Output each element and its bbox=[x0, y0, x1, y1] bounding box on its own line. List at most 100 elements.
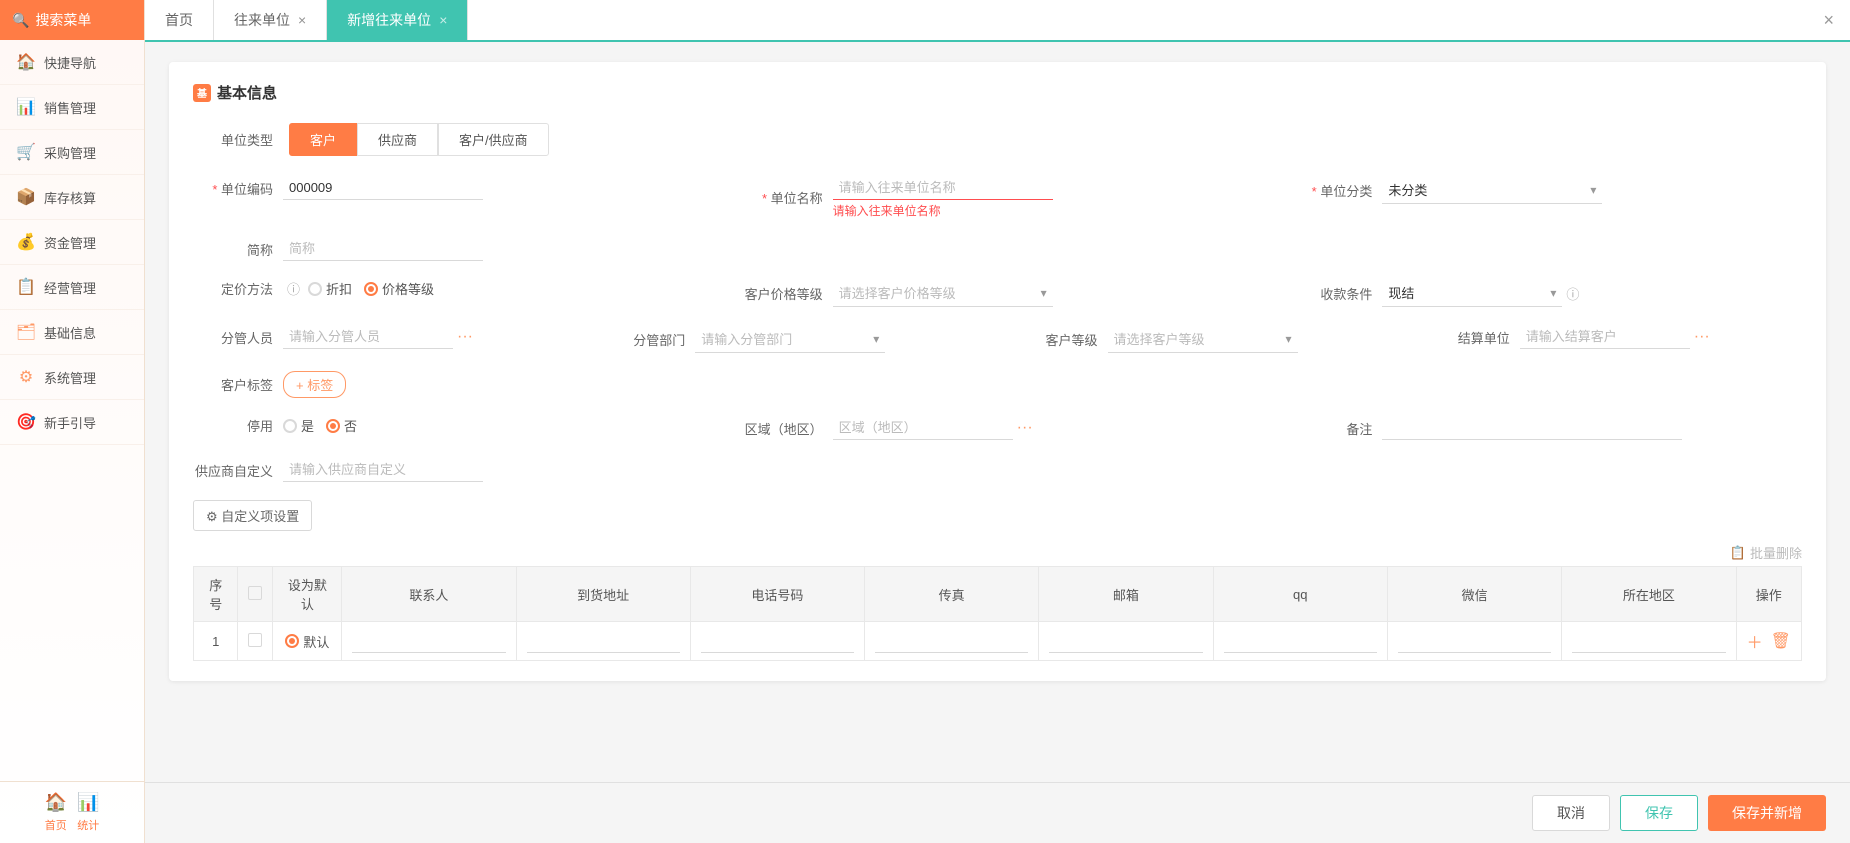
short-name-input[interactable] bbox=[283, 237, 483, 261]
supplier-custom-input[interactable] bbox=[283, 458, 483, 482]
short-name-label: 简称 bbox=[193, 240, 273, 259]
remark-group: 备注 bbox=[1292, 416, 1802, 440]
wechat-input[interactable] bbox=[1398, 629, 1551, 653]
header-checkbox[interactable] bbox=[248, 586, 262, 600]
contact-input[interactable] bbox=[352, 629, 505, 653]
unit-type-label: 单位类型 bbox=[193, 130, 273, 149]
main-content: 首页 往来单位 × 新增往来单位 × × 基 基本信息 单位类型 客户 供应商 … bbox=[145, 0, 1850, 843]
region-dots[interactable]: ··· bbox=[1017, 419, 1033, 437]
form-row-short-name: 简称 bbox=[193, 237, 1802, 261]
sidebar-item-system[interactable]: ⚙ 系统管理 bbox=[0, 355, 144, 400]
sidebar-item-quick-nav[interactable]: 🏠 快捷导航 bbox=[0, 40, 144, 85]
phone-input[interactable] bbox=[701, 629, 854, 653]
unit-code-input[interactable] bbox=[283, 176, 483, 200]
sidebar-item-finance[interactable]: 💰 资金管理 bbox=[0, 220, 144, 265]
unit-btn-both[interactable]: 客户/供应商 bbox=[438, 123, 549, 156]
settlement-unit-dots[interactable]: ··· bbox=[1694, 328, 1710, 346]
row-delete-button[interactable]: 🗑 bbox=[1771, 631, 1791, 651]
cell-checkbox bbox=[238, 622, 273, 661]
sidebar-item-base[interactable]: 🗂 基础信息 bbox=[0, 310, 144, 355]
add-tag-button[interactable]: + 标签 bbox=[283, 371, 346, 398]
save-new-button[interactable]: 保存并新增 bbox=[1708, 795, 1826, 831]
department-label: 分管部门 bbox=[605, 330, 685, 349]
unit-btn-customer[interactable]: 客户 bbox=[289, 123, 357, 156]
customer-level-select[interactable]: 请选择客户等级 ▾ bbox=[1108, 325, 1298, 353]
form-row-tags: 客户标签 + 标签 bbox=[193, 371, 1802, 398]
fax-input[interactable] bbox=[875, 629, 1028, 653]
email-input[interactable] bbox=[1049, 629, 1202, 653]
save-button[interactable]: 保存 bbox=[1620, 795, 1698, 831]
sidebar-item-label: 系统管理 bbox=[44, 368, 96, 387]
cell-contact[interactable] bbox=[342, 622, 516, 661]
sidebar-item-sales[interactable]: 📊 销售管理 bbox=[0, 85, 144, 130]
cell-phone[interactable] bbox=[690, 622, 864, 661]
cell-default: 默认 bbox=[273, 622, 342, 661]
sidebar-item-label: 采购管理 bbox=[44, 143, 96, 162]
col-address: 到货地址 bbox=[516, 567, 690, 622]
sidebar-item-label: 基础信息 bbox=[44, 323, 96, 342]
address-input[interactable] bbox=[527, 629, 680, 653]
payment-terms-help-icon[interactable]: ⓘ bbox=[1566, 284, 1579, 303]
cell-qq[interactable] bbox=[1213, 622, 1388, 661]
tab-new-contact[interactable]: 新增往来单位 × bbox=[327, 0, 468, 40]
radio-discount[interactable]: 折扣 bbox=[308, 279, 352, 298]
cell-address[interactable] bbox=[516, 622, 690, 661]
col-phone: 电话号码 bbox=[690, 567, 864, 622]
radio-disabled-no[interactable]: 否 bbox=[326, 416, 357, 435]
cell-email[interactable] bbox=[1039, 622, 1213, 661]
customer-price-level-group: 客户价格等级 请选择客户价格等级 ▾ bbox=[743, 279, 1253, 307]
tab-bar-close-all[interactable]: × bbox=[1807, 0, 1850, 40]
sidebar-item-purchase[interactable]: 🛒 采购管理 bbox=[0, 130, 144, 175]
department-select[interactable]: 请输入分管部门 ▾ bbox=[695, 325, 885, 353]
customer-price-level-select[interactable]: 请选择客户价格等级 ▾ bbox=[833, 279, 1053, 307]
default-radio-circle bbox=[285, 634, 299, 648]
unit-name-group: 单位名称 请输入往来单位名称 bbox=[743, 176, 1253, 219]
sidebar-item-label: 销售管理 bbox=[44, 98, 96, 117]
unit-category-select[interactable]: 未分类 ▾ bbox=[1382, 176, 1602, 204]
footer-bar: 取消 保存 保存并新增 bbox=[145, 782, 1850, 843]
manager-dots[interactable]: ··· bbox=[457, 328, 473, 346]
stats-bottom-btn[interactable]: 📊 统计 bbox=[77, 792, 99, 833]
cell-wechat[interactable] bbox=[1388, 622, 1562, 661]
region-row-input[interactable] bbox=[1572, 629, 1725, 653]
home-bottom-btn[interactable]: 🏠 首页 bbox=[45, 792, 67, 833]
tab-new-contact-close[interactable]: × bbox=[439, 12, 447, 28]
cell-actions: ＋ 🗑 bbox=[1736, 622, 1801, 661]
settlement-unit-input[interactable] bbox=[1520, 325, 1690, 349]
sidebar-item-inventory[interactable]: 📦 库存核算 bbox=[0, 175, 144, 220]
radio-discount-label: 折扣 bbox=[326, 279, 352, 298]
manager-label: 分管人员 bbox=[193, 328, 273, 347]
row-checkbox[interactable] bbox=[248, 633, 262, 647]
radio-price-level[interactable]: 价格等级 bbox=[364, 279, 434, 298]
qq-input[interactable] bbox=[1224, 629, 1378, 653]
department-arrow: ▾ bbox=[873, 332, 879, 346]
payment-terms-select[interactable]: 现结 ▾ bbox=[1382, 279, 1562, 307]
tab-contacts-label: 往来单位 bbox=[234, 10, 290, 30]
region-input[interactable] bbox=[833, 416, 1013, 440]
default-radio[interactable]: 默认 bbox=[283, 632, 331, 651]
batch-delete-area[interactable]: 📋 批量删除 bbox=[193, 543, 1802, 562]
col-index: 序号 bbox=[194, 567, 238, 622]
manager-input[interactable] bbox=[283, 325, 453, 349]
tab-new-contact-label: 新增往来单位 bbox=[347, 10, 431, 30]
sidebar-item-operation[interactable]: 📋 经营管理 bbox=[0, 265, 144, 310]
radio-disabled-yes[interactable]: 是 bbox=[283, 416, 314, 435]
cell-region[interactable] bbox=[1562, 622, 1736, 661]
sidebar-item-guide[interactable]: 🎯 新手引导 bbox=[0, 400, 144, 445]
pricing-help-icon[interactable]: ⓘ bbox=[287, 279, 300, 298]
unit-code-label: 单位编码 bbox=[193, 179, 273, 198]
tab-contacts-close[interactable]: × bbox=[298, 12, 306, 28]
row-add-button[interactable]: ＋ bbox=[1747, 629, 1763, 653]
tab-home[interactable]: 首页 bbox=[145, 0, 214, 40]
search-menu-label: 搜索菜单 bbox=[35, 10, 91, 30]
cancel-button[interactable]: 取消 bbox=[1532, 795, 1610, 831]
row-actions: ＋ 🗑 bbox=[1747, 629, 1791, 653]
unit-name-input[interactable] bbox=[833, 176, 1053, 200]
form-row-unit-info: 单位编码 单位名称 请输入往来单位名称 单位分类 未分类 ▾ bbox=[193, 176, 1802, 219]
custom-settings-button[interactable]: ⚙ 自定义项设置 bbox=[193, 500, 312, 531]
tab-contacts[interactable]: 往来单位 × bbox=[214, 0, 327, 40]
search-menu-button[interactable]: 🔍 搜索菜单 bbox=[0, 0, 144, 40]
remark-input[interactable] bbox=[1382, 416, 1682, 440]
unit-btn-supplier[interactable]: 供应商 bbox=[357, 123, 438, 156]
cell-fax[interactable] bbox=[865, 622, 1039, 661]
